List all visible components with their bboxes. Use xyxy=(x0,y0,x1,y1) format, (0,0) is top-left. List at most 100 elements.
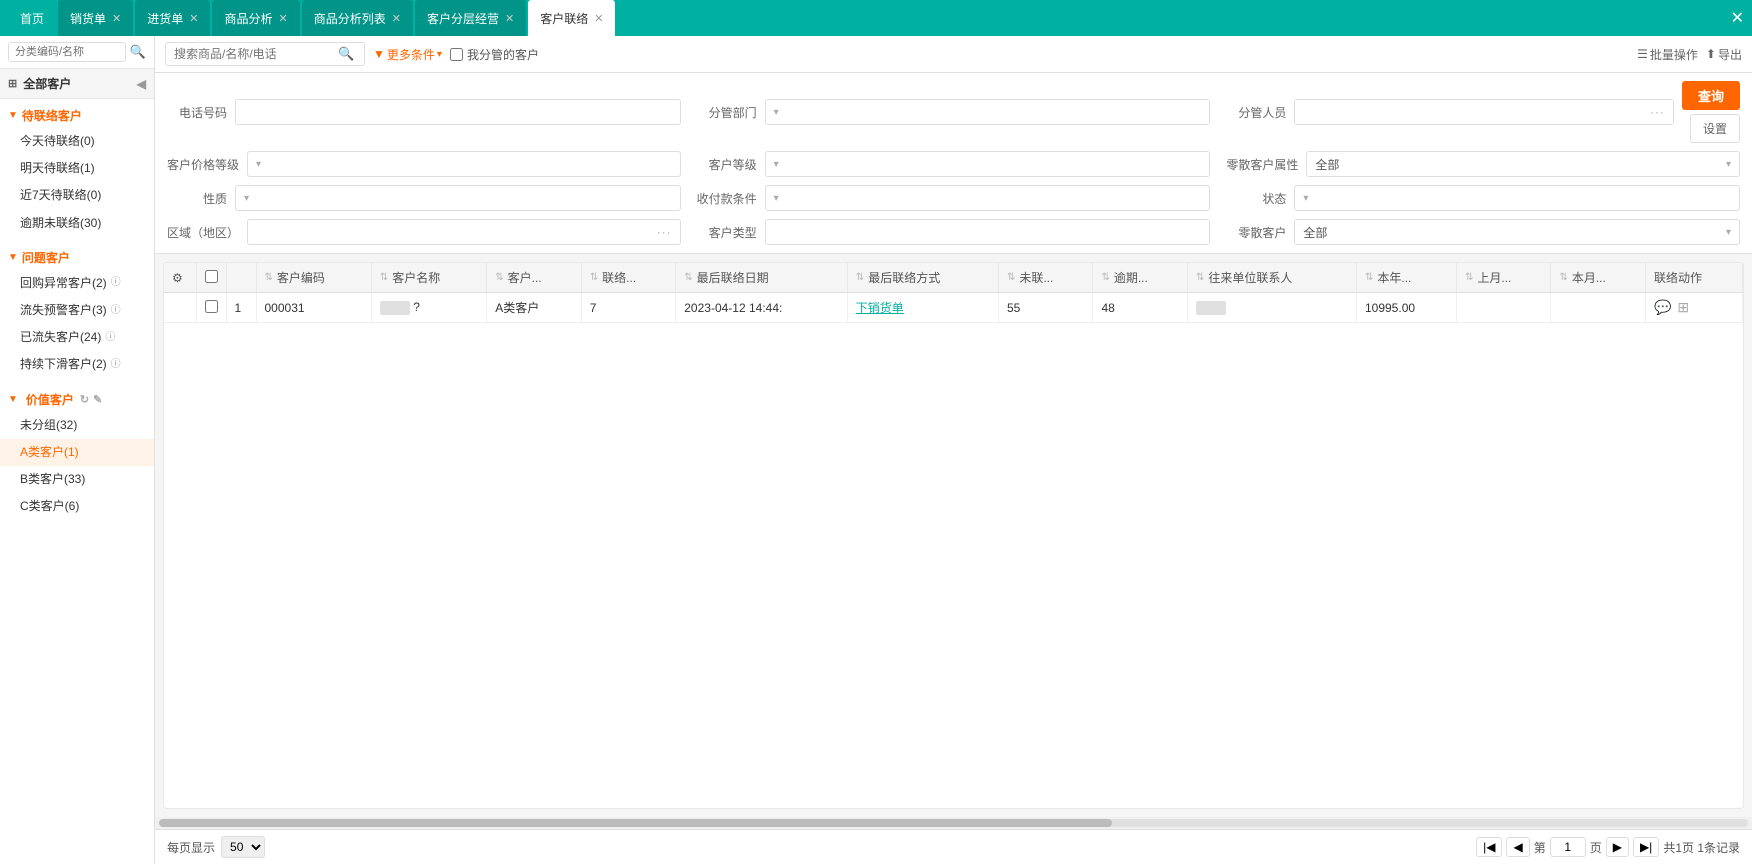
sidebar-item-declining[interactable]: 持续下滑客户(2) ⓘ xyxy=(0,351,154,378)
filter-nature-input[interactable]: ▾ xyxy=(235,185,681,211)
sort-icon6[interactable]: ⇅ xyxy=(856,272,864,283)
sidebar-item-7days[interactable]: 近7天待联络(0) xyxy=(0,182,154,209)
sort-icon9[interactable]: ⇅ xyxy=(1196,272,1204,283)
sidebar-item-a-class[interactable]: A类客户(1) xyxy=(0,439,154,466)
sidebar-item-ungrouped[interactable]: 未分组(32) xyxy=(0,412,154,439)
section-value-title[interactable]: ▼ 价值客户 ↻ ✎ xyxy=(0,387,154,412)
close-all-tabs[interactable]: ✕ xyxy=(1731,8,1744,28)
close-sales-tab[interactable]: ✕ xyxy=(112,12,121,25)
sort-icon3[interactable]: ⇅ xyxy=(495,272,503,283)
page-size-select[interactable]: 50 xyxy=(221,836,265,858)
sort-icon4[interactable]: ⇅ xyxy=(590,272,598,283)
sidebar-search-icon[interactable]: 🔍 xyxy=(130,44,146,60)
manager-more-icon[interactable]: ··· xyxy=(1650,105,1665,119)
query-btn-group: 查询 设置 xyxy=(1682,81,1740,143)
sidebar-item-b-class[interactable]: B类客户(33) xyxy=(0,466,154,493)
edit-icon[interactable]: ✎ xyxy=(93,393,102,406)
first-page-btn[interactable]: |◀ xyxy=(1476,837,1502,857)
batch-op-btn[interactable]: ☰ 批量操作 xyxy=(1637,46,1698,63)
horizontal-scrollbar[interactable] xyxy=(155,817,1752,829)
search-input[interactable] xyxy=(174,47,334,61)
cell-this-year: 10995.00 xyxy=(1356,293,1456,323)
area-more-icon[interactable]: ··· xyxy=(657,225,672,239)
status-arrow-icon: ▾ xyxy=(1303,193,1308,204)
sidebar-item-repurchase-abnormal[interactable]: 回购异常客户(2) ⓘ xyxy=(0,270,154,297)
sort-icon2[interactable]: ⇅ xyxy=(380,272,388,283)
action-comment-icon[interactable]: 💬 xyxy=(1654,299,1671,316)
filter-retail-attr-input[interactable]: 全部 ▾ xyxy=(1306,151,1740,177)
prev-page-btn[interactable]: ◀ xyxy=(1506,837,1529,857)
filter-customer-type-input[interactable] xyxy=(765,219,1211,245)
nav-tab-sales[interactable]: 销货单 ✕ xyxy=(58,0,133,36)
settings-button[interactable]: 设置 xyxy=(1690,114,1740,143)
contact-way-link[interactable]: 下销货单 xyxy=(856,301,904,315)
sort-icon5[interactable]: ⇅ xyxy=(684,272,692,283)
sort-icon11[interactable]: ⇅ xyxy=(1465,272,1473,283)
last-page-btn[interactable]: ▶| xyxy=(1633,837,1659,857)
sidebar-item-tomorrow[interactable]: 明天待联络(1) xyxy=(0,155,154,182)
cell-this-month xyxy=(1551,293,1646,323)
toolbar-search-icon[interactable]: 🔍 xyxy=(338,46,354,62)
nav-tab-analysis-list[interactable]: 商品分析列表 ✕ xyxy=(302,0,413,36)
sidebar-all-customers-header[interactable]: ⊞ 全部客户 ◀ xyxy=(0,69,154,99)
action-qr-icon[interactable]: ⊞ xyxy=(1677,299,1689,316)
close-analysis-tab[interactable]: ✕ xyxy=(279,12,288,25)
my-customers-checkbox[interactable] xyxy=(450,48,463,61)
filter-phone-input[interactable] xyxy=(235,99,681,125)
section-problem-customers: ▼ 问题客户 回购异常客户(2) ⓘ 流失预警客户(3) ⓘ 已流失客户(24)… xyxy=(0,241,154,383)
cell-last-contact-date: 2023-04-12 14:44: xyxy=(676,293,848,323)
sidebar-item-churn-warning[interactable]: 流失预警客户(3) ⓘ xyxy=(0,297,154,324)
select-all-checkbox[interactable] xyxy=(205,270,218,283)
sort-icon8[interactable]: ⇅ xyxy=(1101,272,1109,283)
close-purchase-tab[interactable]: ✕ xyxy=(189,12,198,25)
close-customer-contact-tab[interactable]: ✕ xyxy=(594,12,603,25)
sort-icon12[interactable]: ⇅ xyxy=(1559,272,1567,283)
nav-tab-customer-contact[interactable]: 客户联络 ✕ xyxy=(528,0,615,36)
filter-manager-input[interactable]: ··· xyxy=(1294,99,1674,125)
section-problem-title[interactable]: ▼ 问题客户 xyxy=(0,245,154,270)
filter-payment-input[interactable]: ▾ xyxy=(765,185,1211,211)
sort-icon7[interactable]: ⇅ xyxy=(1007,272,1015,283)
sidebar-search-input[interactable] xyxy=(8,42,126,62)
row-checkbox[interactable] xyxy=(205,300,218,313)
query-button[interactable]: 查询 xyxy=(1682,81,1740,110)
filter-more-btn[interactable]: ▼ 更多条件 ▾ xyxy=(373,46,442,63)
my-customers-checkbox-area: 我分管的客户 xyxy=(450,46,539,63)
filter-price-level-input[interactable]: ▾ xyxy=(247,151,681,177)
sort-icon10[interactable]: ⇅ xyxy=(1365,272,1373,283)
export-btn[interactable]: ⬆ 导出 xyxy=(1706,46,1742,63)
collapse-sidebar-icon[interactable]: ◀ xyxy=(137,77,146,91)
filter-customer-type-label: 客户类型 xyxy=(697,224,757,241)
filter-dept-input[interactable]: ▾ xyxy=(765,99,1211,125)
filter-status-row: 状态 ▾ xyxy=(1226,185,1740,211)
sidebar-item-churned[interactable]: 已流失客户(24) ⓘ xyxy=(0,324,154,351)
filter-status-input[interactable]: ▾ xyxy=(1294,185,1740,211)
filter-area-input[interactable]: ··· xyxy=(247,219,681,245)
refresh-icon[interactable]: ↻ xyxy=(80,393,89,406)
nav-tab-purchase[interactable]: 进货单 ✕ xyxy=(135,0,210,36)
close-analysis-list-tab[interactable]: ✕ xyxy=(392,12,401,25)
filter-retail-customer-input[interactable]: 全部 ▾ xyxy=(1294,219,1740,245)
page-number-input[interactable] xyxy=(1550,837,1586,857)
next-page-btn[interactable]: ▶ xyxy=(1606,837,1629,857)
col-category: ⇅ 客户... xyxy=(487,263,582,293)
section-pending-contact-title[interactable]: ▼ 待联络客户 xyxy=(0,103,154,128)
filter-customer-level-input[interactable]: ▾ xyxy=(765,151,1211,177)
cell-settings xyxy=(164,293,196,323)
cell-last-month xyxy=(1456,293,1551,323)
sidebar-item-c-class[interactable]: C类客户(6) xyxy=(0,493,154,520)
scrollbar-thumb[interactable] xyxy=(159,819,1112,827)
settings-icon[interactable]: ⚙ xyxy=(172,271,183,285)
filter-dept-row: 分管部门 ▾ xyxy=(697,81,1211,143)
col-name: ⇅ 客户名称 xyxy=(371,263,486,293)
sort-icon[interactable]: ⇅ xyxy=(265,272,273,283)
sidebar-item-overdue[interactable]: 逾期未联络(30) xyxy=(0,210,154,237)
close-customer-tier-tab[interactable]: ✕ xyxy=(505,12,514,25)
main-layout: 🔍 ⊞ 全部客户 ◀ ▼ 待联络客户 今天待联络(0) 明天待联络(1) 近7天… xyxy=(0,36,1752,864)
col-overdue: ⇅ 逾期... xyxy=(1093,263,1188,293)
filter-payment-label: 收付款条件 xyxy=(697,190,757,207)
nav-tab-customer-tier[interactable]: 客户分层经营 ✕ xyxy=(415,0,526,36)
sidebar-item-today[interactable]: 今天待联络(0) xyxy=(0,128,154,155)
nav-tab-home[interactable]: 首页 xyxy=(8,0,56,36)
nav-tab-analysis[interactable]: 商品分析 ✕ xyxy=(212,0,299,36)
